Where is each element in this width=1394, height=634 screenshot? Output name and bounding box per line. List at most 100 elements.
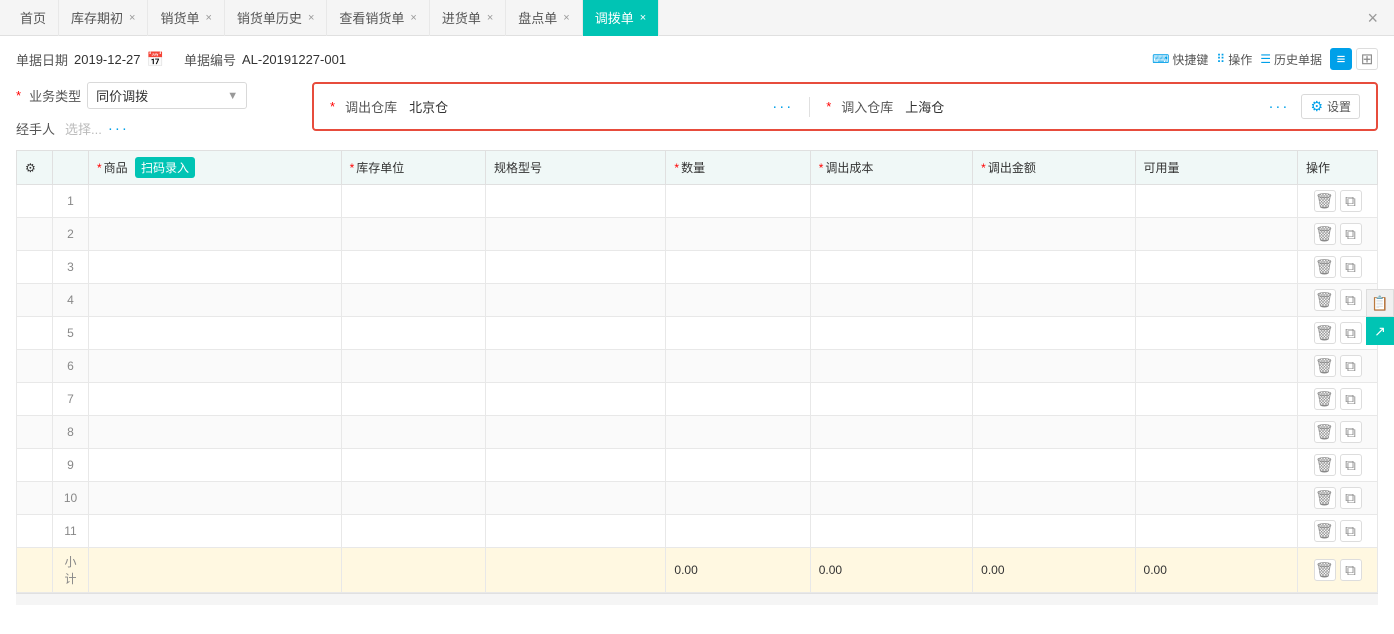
scan-entry-button[interactable]: 扫码录入 — [135, 157, 195, 178]
row-qty-5[interactable] — [666, 317, 810, 350]
copy-row-7[interactable]: ⧉ — [1340, 388, 1362, 410]
delete-row-11[interactable]: 🗑 — [1314, 520, 1336, 542]
row-cost-6[interactable] — [810, 350, 972, 383]
note-float-button[interactable]: 📋 — [1366, 289, 1394, 317]
row-unit-6[interactable] — [341, 350, 485, 383]
row-qty-7[interactable] — [666, 383, 810, 416]
row-product-11[interactable] — [89, 515, 342, 548]
row-cost-7[interactable] — [810, 383, 972, 416]
tab-close-stocktake[interactable]: × — [563, 12, 569, 24]
tab-purchase[interactable]: 进货单 × — [430, 0, 506, 36]
copy-row-6[interactable]: ⧉ — [1340, 355, 1362, 377]
horizontal-scrollbar[interactable] — [16, 593, 1378, 605]
row-cost-2[interactable] — [810, 218, 972, 251]
tab-view-sales[interactable]: 查看销货单 × — [327, 0, 429, 36]
row-cost-9[interactable] — [810, 449, 972, 482]
row-spec-11[interactable] — [485, 515, 665, 548]
delete-row-1[interactable]: 🗑 — [1314, 190, 1336, 212]
tab-inventory-init[interactable]: 库存期初 × — [59, 0, 148, 36]
delete-subtotal[interactable]: 🗑 — [1314, 559, 1336, 581]
delete-row-2[interactable]: 🗑 — [1314, 223, 1336, 245]
row-unit-2[interactable] — [341, 218, 485, 251]
handler-select[interactable]: 选择... — [65, 119, 102, 138]
window-close-button[interactable]: × — [1367, 8, 1378, 29]
row-unit-3[interactable] — [341, 251, 485, 284]
row-amount-8[interactable] — [973, 416, 1135, 449]
row-unit-1[interactable] — [341, 185, 485, 218]
operation-button[interactable]: ⠿ 操作 — [1216, 51, 1252, 68]
row-amount-10[interactable] — [973, 482, 1135, 515]
row-spec-6[interactable] — [485, 350, 665, 383]
in-warehouse-more-button[interactable]: ··· — [1268, 98, 1289, 115]
copy-row-5[interactable]: ⧉ — [1340, 322, 1362, 344]
tab-homepage[interactable]: 首页 — [8, 0, 59, 36]
delete-row-8[interactable]: 🗑 — [1314, 421, 1336, 443]
row-qty-2[interactable] — [666, 218, 810, 251]
expand-float-button[interactable]: ↗ — [1366, 317, 1394, 345]
row-product-4[interactable] — [89, 284, 342, 317]
row-cost-10[interactable] — [810, 482, 972, 515]
copy-row-4[interactable]: ⧉ — [1340, 289, 1362, 311]
row-spec-1[interactable] — [485, 185, 665, 218]
tab-close-transfer[interactable]: × — [640, 12, 646, 24]
tab-transfer[interactable]: 调拨单 × — [583, 0, 659, 36]
delete-row-5[interactable]: 🗑 — [1314, 322, 1336, 344]
row-unit-5[interactable] — [341, 317, 485, 350]
delete-row-10[interactable]: 🗑 — [1314, 487, 1336, 509]
row-qty-6[interactable] — [666, 350, 810, 383]
copy-row-10[interactable]: ⧉ — [1340, 487, 1362, 509]
calendar-icon[interactable]: 📅 — [147, 51, 164, 68]
row-amount-4[interactable] — [973, 284, 1135, 317]
row-product-6[interactable] — [89, 350, 342, 383]
row-unit-8[interactable] — [341, 416, 485, 449]
delete-row-3[interactable]: 🗑 — [1314, 256, 1336, 278]
row-unit-11[interactable] — [341, 515, 485, 548]
tab-close-view-sales[interactable]: × — [410, 12, 416, 24]
row-product-2[interactable] — [89, 218, 342, 251]
history-button[interactable]: ☰ 历史单据 — [1260, 51, 1322, 68]
delete-row-9[interactable]: 🗑 — [1314, 454, 1336, 476]
row-unit-4[interactable] — [341, 284, 485, 317]
row-qty-1[interactable] — [666, 185, 810, 218]
row-qty-11[interactable] — [666, 515, 810, 548]
row-product-1[interactable] — [89, 185, 342, 218]
row-cost-1[interactable] — [810, 185, 972, 218]
row-spec-5[interactable] — [485, 317, 665, 350]
th-gear[interactable]: ⚙ — [17, 151, 53, 185]
row-spec-10[interactable] — [485, 482, 665, 515]
row-unit-10[interactable] — [341, 482, 485, 515]
row-amount-5[interactable] — [973, 317, 1135, 350]
row-cost-4[interactable] — [810, 284, 972, 317]
row-spec-3[interactable] — [485, 251, 665, 284]
business-type-select[interactable]: 同价调拨 ▼ — [87, 82, 247, 109]
tab-close-purchase[interactable]: × — [487, 12, 493, 24]
row-qty-3[interactable] — [666, 251, 810, 284]
row-cost-8[interactable] — [810, 416, 972, 449]
row-cost-3[interactable] — [810, 251, 972, 284]
tab-close-sales-history[interactable]: × — [308, 12, 314, 24]
delete-row-6[interactable]: 🗑 — [1314, 355, 1336, 377]
delete-row-4[interactable]: 🗑 — [1314, 289, 1336, 311]
row-qty-4[interactable] — [666, 284, 810, 317]
copy-row-3[interactable]: ⧉ — [1340, 256, 1362, 278]
row-spec-8[interactable] — [485, 416, 665, 449]
row-amount-6[interactable] — [973, 350, 1135, 383]
row-product-5[interactable] — [89, 317, 342, 350]
shortcut-button[interactable]: ⌨ 快捷键 — [1152, 51, 1208, 68]
copy-row-1[interactable]: ⧉ — [1340, 190, 1362, 212]
row-cost-5[interactable] — [810, 317, 972, 350]
row-spec-9[interactable] — [485, 449, 665, 482]
row-product-9[interactable] — [89, 449, 342, 482]
row-product-3[interactable] — [89, 251, 342, 284]
row-spec-4[interactable] — [485, 284, 665, 317]
row-amount-3[interactable] — [973, 251, 1135, 284]
out-warehouse-more-button[interactable]: ··· — [772, 98, 793, 115]
row-qty-10[interactable] — [666, 482, 810, 515]
row-unit-9[interactable] — [341, 449, 485, 482]
copy-subtotal[interactable]: ⧉ — [1340, 559, 1362, 581]
row-qty-9[interactable] — [666, 449, 810, 482]
settings-button[interactable]: ⚙ 设置 — [1301, 94, 1360, 119]
row-amount-2[interactable] — [973, 218, 1135, 251]
row-amount-7[interactable] — [973, 383, 1135, 416]
grid-view-button[interactable]: ⊞ — [1356, 48, 1378, 70]
